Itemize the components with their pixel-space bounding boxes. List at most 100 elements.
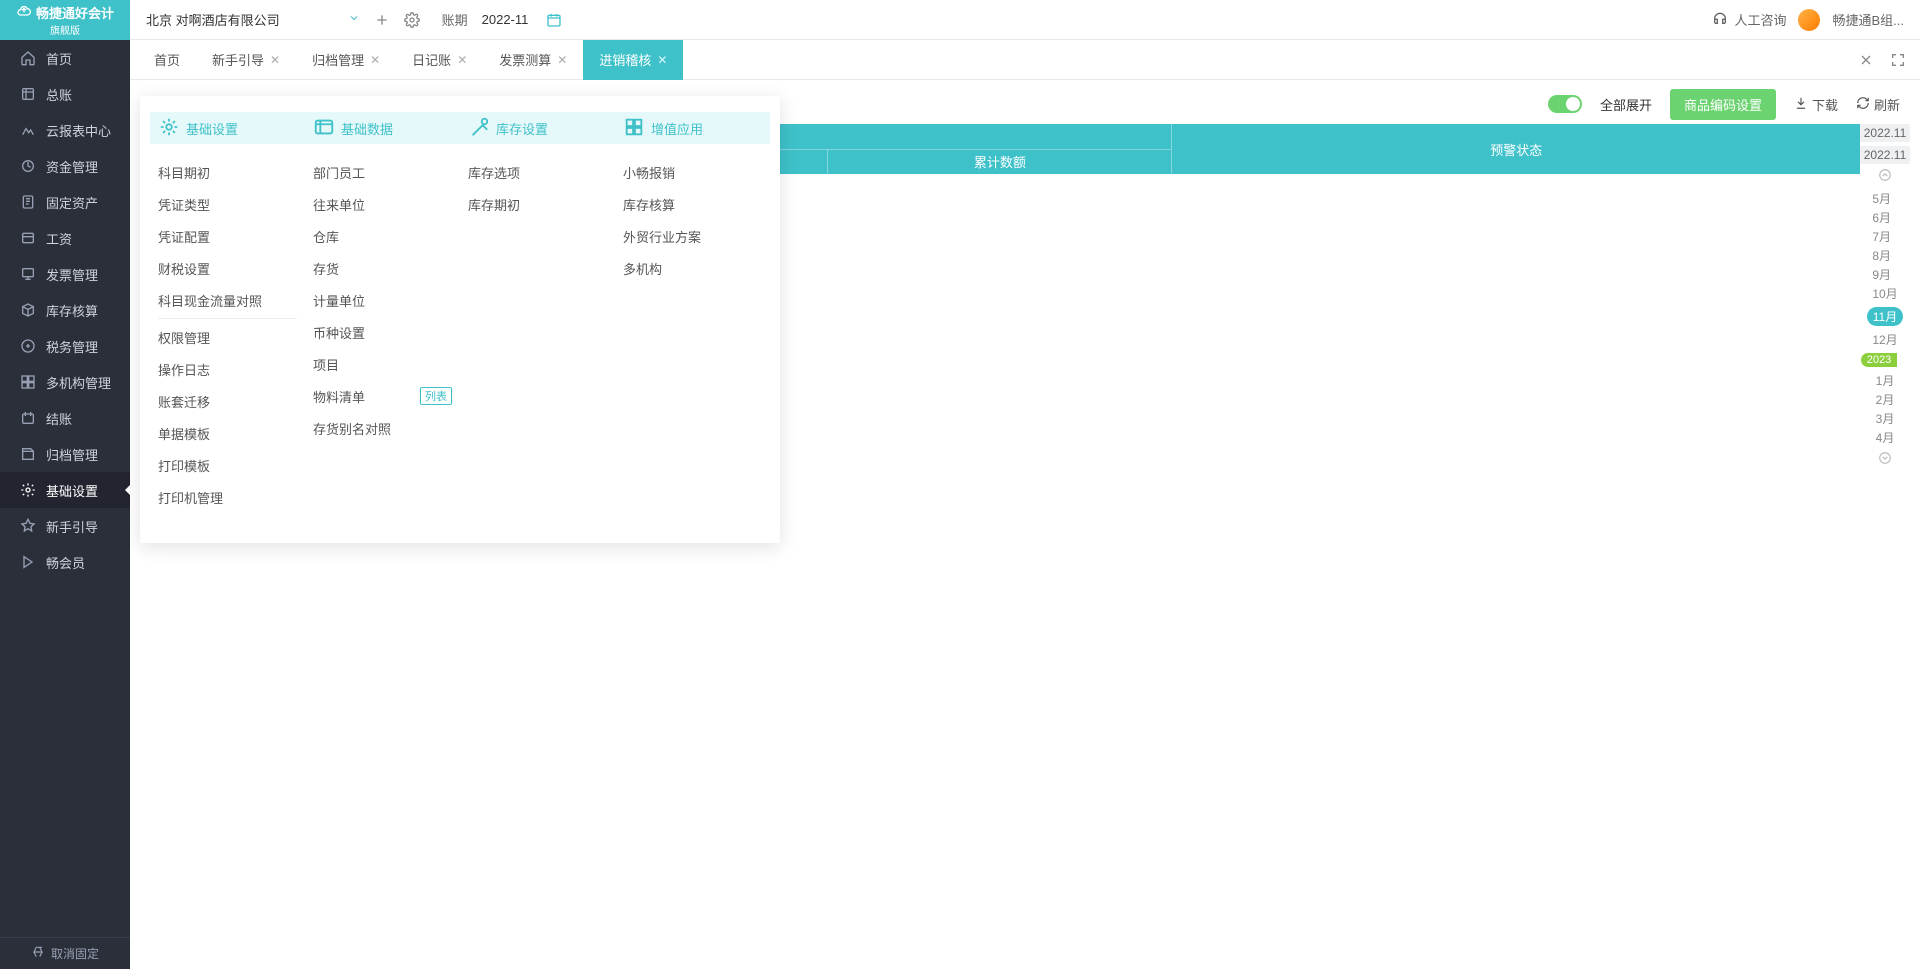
mega-item-1-2[interactable]: 仓库 <box>305 220 460 252</box>
tag-badge: 列表 <box>420 387 452 405</box>
avatar[interactable] <box>1798 9 1820 31</box>
mega-item-0-1[interactable]: 凭证类型 <box>150 188 305 220</box>
timeline-month-b5[interactable]: 10月 <box>1872 284 1897 303</box>
tabs-bar: 首页新手引导✕归档管理✕日记账✕发票测算✕进销稽核✕ <box>130 40 1920 80</box>
timeline-month-b1[interactable]: 6月 <box>1872 208 1897 227</box>
calendar-icon[interactable] <box>546 12 562 28</box>
nav-item-14[interactable]: 畅会员 <box>0 544 130 580</box>
timeline-month-b4[interactable]: 9月 <box>1872 265 1897 284</box>
timeline-month-n3[interactable]: 4月 <box>1876 428 1895 447</box>
expand-all-switch[interactable] <box>1548 95 1582 113</box>
mega-item-1-4[interactable]: 计量单位 <box>305 284 460 316</box>
mega-item-0-3[interactable]: 财税设置 <box>150 252 305 284</box>
timeline-month-n2[interactable]: 3月 <box>1876 409 1895 428</box>
timeline-month-n0[interactable]: 1月 <box>1876 371 1895 390</box>
mega-item-0-7[interactable]: 账套迁移 <box>150 385 305 417</box>
code-settings-button[interactable]: 商品编码设置 <box>1670 89 1776 120</box>
mega-item-0-9[interactable]: 打印模板 <box>150 449 305 481</box>
nav-item-5[interactable]: 工资 <box>0 220 130 256</box>
add-company-button[interactable] <box>374 12 390 28</box>
mega-item-3-1[interactable]: 库存核算 <box>615 188 770 220</box>
nav-item-6[interactable]: 发票管理 <box>0 256 130 292</box>
nav-icon <box>20 410 36 426</box>
timeline-down-icon[interactable] <box>1878 451 1892 468</box>
mega-item-1-6[interactable]: 项目 <box>305 348 460 380</box>
mega-item-1-0[interactable]: 部门员工 <box>305 156 460 188</box>
company-settings-button[interactable] <box>404 12 420 28</box>
close-icon[interactable]: ✕ <box>370 53 380 67</box>
mega-item-2-1[interactable]: 库存期初 <box>460 188 615 220</box>
mega-item-3-2[interactable]: 外贸行业方案 <box>615 220 770 252</box>
tab-1[interactable]: 新手引导✕ <box>196 40 296 80</box>
mega-item-0-5[interactable]: 权限管理 <box>150 321 305 353</box>
mega-head-3: 增值应用 <box>615 112 770 144</box>
mega-item-1-1[interactable]: 往来单位 <box>305 188 460 220</box>
th-warning: 预警状态 <box>1172 124 1860 174</box>
expand-all-label: 全部展开 <box>1600 95 1652 114</box>
brand-logo[interactable]: 畅捷通好会计 旗舰版 <box>0 0 130 40</box>
company-selector[interactable]: 北京 对啊酒店有限公司 <box>146 10 360 29</box>
nav-item-3[interactable]: 资金管理 <box>0 148 130 184</box>
brand-sub: 旗舰版 <box>50 22 80 37</box>
nav-item-9[interactable]: 多机构管理 <box>0 364 130 400</box>
mega-item-1-7[interactable]: 物料清单列表 <box>305 380 460 412</box>
tab-0[interactable]: 首页 <box>138 40 196 80</box>
mega-item-1-3[interactable]: 存货 <box>305 252 460 284</box>
nav-item-10[interactable]: 结账 <box>0 400 130 436</box>
mega-item-0-4[interactable]: 科目现金流量对照 <box>150 284 305 316</box>
timeline-month-b3[interactable]: 8月 <box>1872 246 1897 265</box>
nav-item-7[interactable]: 库存核算 <box>0 292 130 328</box>
timeline-month-n1[interactable]: 2月 <box>1876 390 1895 409</box>
nav-item-0[interactable]: 首页 <box>0 40 130 76</box>
tab-3[interactable]: 日记账✕ <box>396 40 483 80</box>
sidebar: 畅捷通好会计 旗舰版 首页总账云报表中心资金管理固定资产工资发票管理库存核算税务… <box>0 0 130 969</box>
close-all-tabs-button[interactable] <box>1856 50 1876 70</box>
fullscreen-button[interactable] <box>1888 50 1908 70</box>
nav-item-11[interactable]: 归档管理 <box>0 436 130 472</box>
timeline-year-top1[interactable]: 2022.11 <box>1860 124 1911 142</box>
nav-icon <box>20 338 36 354</box>
tab-4[interactable]: 发票测算✕ <box>483 40 583 80</box>
timeline-month-b0[interactable]: 5月 <box>1872 189 1897 208</box>
mega-item-3-3[interactable]: 多机构 <box>615 252 770 284</box>
nav-item-2[interactable]: 云报表中心 <box>0 112 130 148</box>
mega-separator <box>158 318 297 319</box>
mega-item-0-6[interactable]: 操作日志 <box>150 353 305 385</box>
nav-item-4[interactable]: 固定资产 <box>0 184 130 220</box>
nav-item-8[interactable]: 税务管理 <box>0 328 130 364</box>
mega-item-0-2[interactable]: 凭证配置 <box>150 220 305 252</box>
mega-item-2-0[interactable]: 库存选项 <box>460 156 615 188</box>
mega-item-0-0[interactable]: 科目期初 <box>150 156 305 188</box>
mega-item-0-8[interactable]: 单据模板 <box>150 417 305 449</box>
close-icon[interactable]: ✕ <box>270 53 280 67</box>
nav-item-1[interactable]: 总账 <box>0 76 130 112</box>
close-icon[interactable]: ✕ <box>457 53 467 67</box>
timeline-up-icon[interactable] <box>1878 168 1892 185</box>
topbar: 北京 对啊酒店有限公司 账期 2022-11 人工咨询 畅捷通B组... <box>130 0 1920 40</box>
nav-item-13[interactable]: 新手引导 <box>0 508 130 544</box>
pin-icon <box>31 945 45 962</box>
mega-head-1: 基础数据 <box>305 112 460 144</box>
period-value[interactable]: 2022-11 <box>482 12 529 27</box>
download-button[interactable]: 下载 <box>1794 95 1838 114</box>
mega-item-0-10[interactable]: 打印机管理 <box>150 481 305 513</box>
support-link[interactable]: 人工咨询 <box>1712 10 1786 29</box>
timeline-month-b2[interactable]: 7月 <box>1872 227 1897 246</box>
tab-5[interactable]: 进销稽核✕ <box>583 40 683 80</box>
refresh-button[interactable]: 刷新 <box>1856 95 1900 114</box>
mega-item-1-8[interactable]: 存货别名对照 <box>305 412 460 444</box>
nav-icon <box>20 230 36 246</box>
user-name[interactable]: 畅捷通B组... <box>1832 10 1904 29</box>
timeline-year-top2[interactable]: 2022.11 <box>1860 146 1911 164</box>
mega-item-3-0[interactable]: 小畅报销 <box>615 156 770 188</box>
tab-2[interactable]: 归档管理✕ <box>296 40 396 80</box>
timeline-month-active[interactable]: 11月 <box>1867 307 1903 326</box>
close-icon[interactable]: ✕ <box>657 53 667 67</box>
timeline-month-a0[interactable]: 12月 <box>1872 330 1897 349</box>
mega-head-2: 库存设置 <box>460 112 615 144</box>
sidebar-pin-toggle[interactable]: 取消固定 <box>0 937 130 969</box>
nav-icon <box>20 302 36 318</box>
nav-item-12[interactable]: 基础设置 <box>0 472 130 508</box>
mega-item-1-5[interactable]: 币种设置 <box>305 316 460 348</box>
close-icon[interactable]: ✕ <box>557 53 567 67</box>
